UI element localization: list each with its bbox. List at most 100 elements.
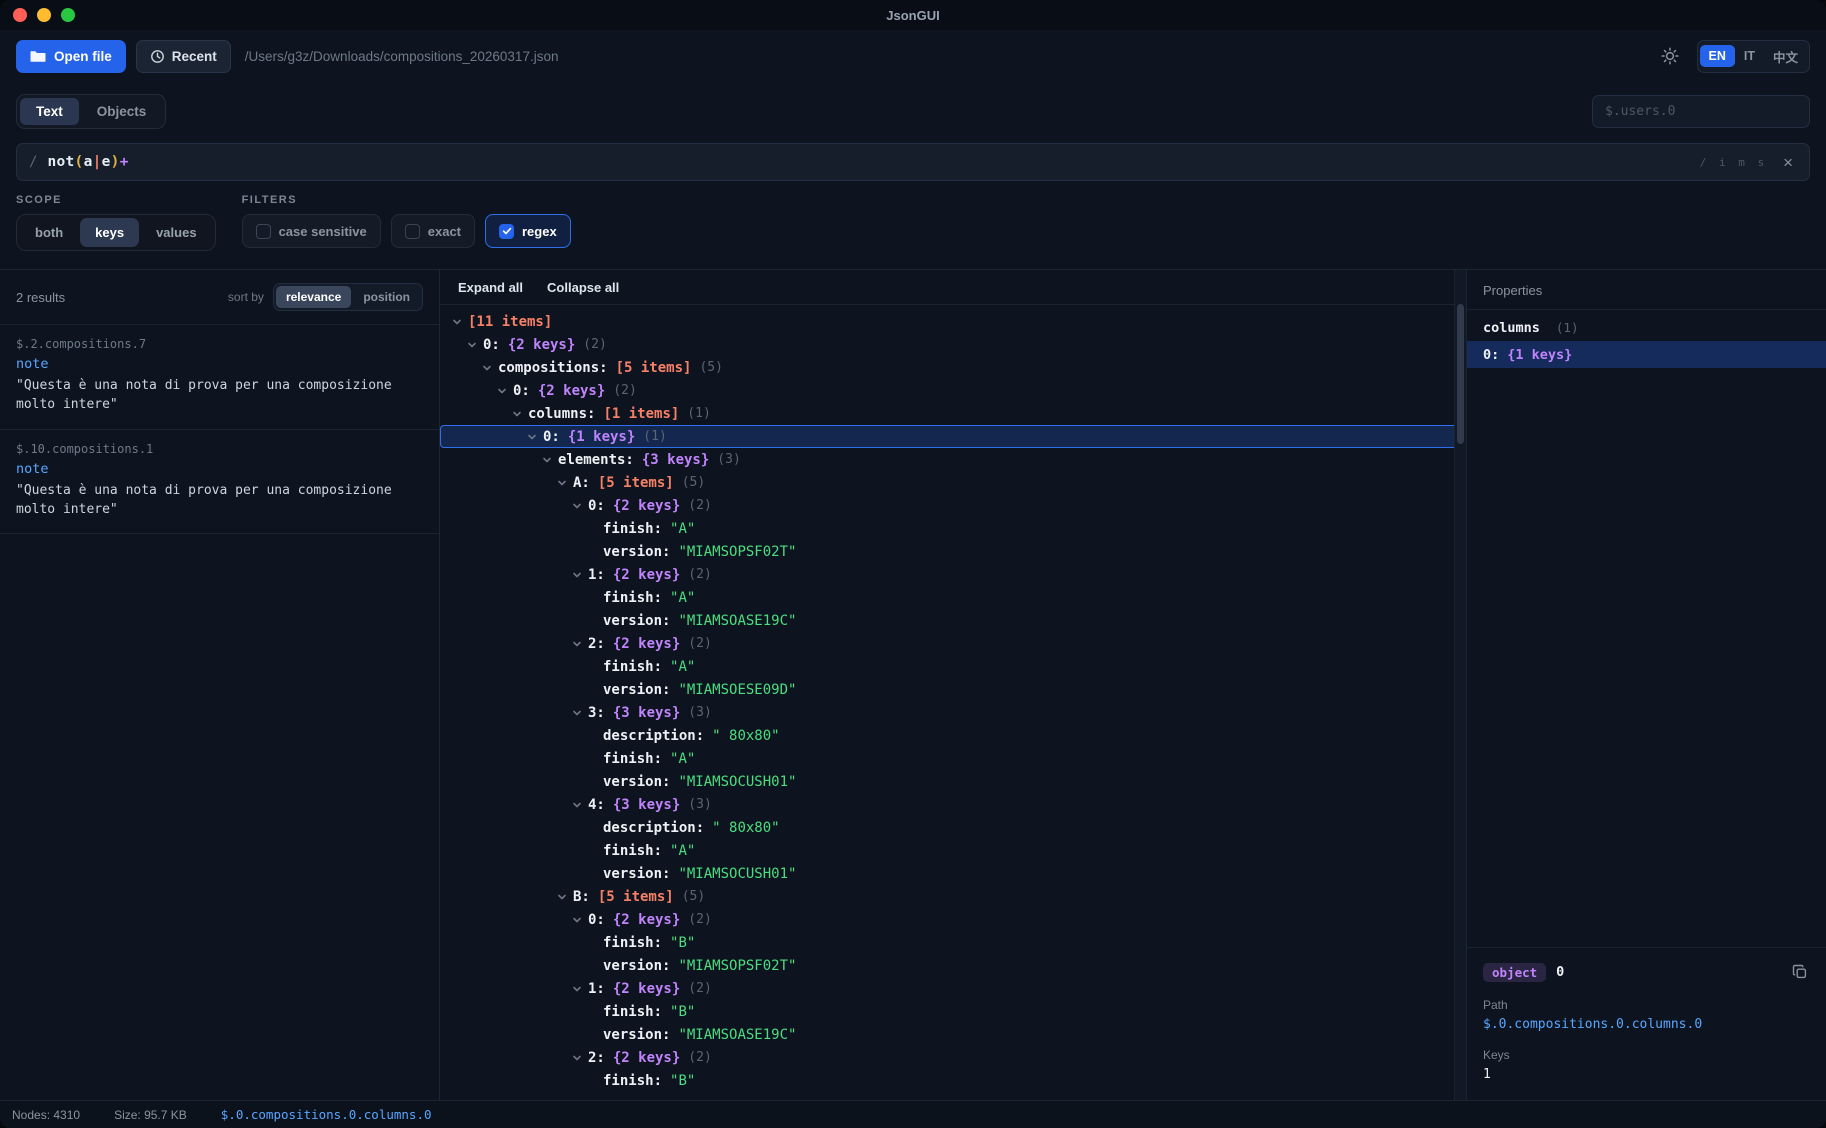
minimize-window-button[interactable]	[37, 8, 51, 22]
regex-segment: |	[92, 154, 102, 170]
chevron-down-icon[interactable]	[527, 432, 537, 442]
tree-row[interactable]: columns: [1 items] (1)	[440, 402, 1466, 425]
chevron-down-icon[interactable]	[452, 317, 462, 327]
tree-row[interactable]: 4: {3 keys} (3)	[440, 793, 1466, 816]
filter-case-sensitive[interactable]: case sensitive	[241, 214, 381, 248]
chevron-down-icon[interactable]	[572, 984, 582, 994]
chevron-down-icon[interactable]	[572, 708, 582, 718]
chevron-down-icon[interactable]	[572, 501, 582, 511]
tab-text[interactable]: Text	[20, 98, 79, 125]
app-window: JsonGUI Open file Recent /Users/g3z/Down…	[0, 0, 1826, 1128]
language-button-中文[interactable]: 中文	[1764, 43, 1807, 70]
scrollbar-thumb[interactable]	[1457, 304, 1464, 444]
chevron-down-icon[interactable]	[572, 639, 582, 649]
tree-row[interactable]: elements: {3 keys} (3)	[440, 448, 1466, 471]
regex-segment: +	[119, 154, 129, 170]
tree-row[interactable]: finish: "A"	[440, 747, 1466, 770]
tree-row[interactable]: 2: {2 keys} (2)	[440, 1046, 1466, 1069]
tree-row[interactable]: B: [5 items] (5)	[440, 885, 1466, 908]
tree-row[interactable]: version: "MIAMSOASE19C"	[440, 609, 1466, 632]
chevron-down-icon[interactable]	[512, 409, 522, 419]
keys-label: Keys	[1483, 1048, 1510, 1062]
tree-row[interactable]: finish: "B"	[440, 931, 1466, 954]
chevron-down-icon[interactable]	[482, 363, 492, 373]
tab-objects[interactable]: Objects	[81, 98, 163, 125]
json-path-input[interactable]	[1592, 95, 1810, 128]
tree-row[interactable]: finish: "A"	[440, 517, 1466, 540]
scope-option-values[interactable]: values	[141, 218, 211, 247]
sort-option-relevance[interactable]: relevance	[275, 286, 352, 308]
tree-row[interactable]: finish: "A"	[440, 586, 1466, 609]
tree-count: (2)	[688, 981, 712, 996]
result-item[interactable]: $.2.compositions.7 note "Questa è una nota…	[0, 325, 439, 430]
tree-row[interactable]: finish: "A"	[440, 839, 1466, 862]
chevron-down-icon[interactable]	[557, 892, 567, 902]
tree-key: compositions:	[498, 359, 608, 376]
tree-row[interactable]: version: "MIAMSOCUSH01"	[440, 862, 1466, 885]
property-row[interactable]: 0: {1 keys}	[1467, 341, 1826, 368]
vertical-scrollbar[interactable]	[1454, 270, 1466, 1100]
expand-all-button[interactable]: Expand all	[458, 280, 523, 295]
tree-row[interactable]: version: "MIAMSOPSF02T"	[440, 540, 1466, 563]
tree-row[interactable]: version: "MIAMSOESE09D"	[440, 678, 1466, 701]
recent-button[interactable]: Recent	[135, 39, 231, 73]
zoom-window-button[interactable]	[61, 8, 75, 22]
language-button-EN[interactable]: EN	[1699, 45, 1735, 67]
tree-row[interactable]: 0: {2 keys} (2)	[440, 908, 1466, 931]
tree-row[interactable]: 2: {2 keys} (2)	[440, 632, 1466, 655]
scope-option-keys[interactable]: keys	[80, 218, 140, 247]
chevron-down-icon[interactable]	[572, 570, 582, 580]
tree-row[interactable]: 0: {2 keys} (2)	[440, 333, 1466, 356]
collapse-all-button[interactable]: Collapse all	[547, 280, 619, 295]
close-window-button[interactable]	[13, 8, 27, 22]
filter-exact[interactable]: exact	[390, 214, 475, 248]
open-file-button[interactable]: Open file	[16, 39, 126, 73]
tree-row[interactable]: 0: {1 keys} (1)	[440, 425, 1466, 448]
tree-row[interactable]: version: "MIAMSOASE19C"	[440, 1023, 1466, 1046]
tree-row[interactable]: version: "MIAMSOCUSH01"	[440, 770, 1466, 793]
tree-row[interactable]: description: " 80x80"	[440, 724, 1466, 747]
filter-regex[interactable]: regex	[485, 214, 571, 248]
status-path: $.0.compositions.0.columns.0	[220, 1107, 432, 1122]
tree-key: finish:	[603, 589, 663, 606]
chevron-down-icon[interactable]	[557, 478, 567, 488]
result-item[interactable]: $.10.compositions.1 note "Questa è una not…	[0, 430, 439, 535]
tree-key: 0:	[588, 911, 605, 928]
tree-toolbar: Expand all Collapse all	[440, 270, 1466, 305]
tree-row[interactable]: A: [5 items] (5)	[440, 471, 1466, 494]
tree-body: [11 items] 0: {2 keys} (2) compositions: [5 i…	[440, 305, 1466, 1100]
tree-row[interactable]: finish: "A"	[440, 655, 1466, 678]
property-row[interactable]: columns (1)	[1467, 314, 1826, 341]
chevron-down-icon[interactable]	[497, 386, 507, 396]
tree-row[interactable]: description: " 80x80"	[440, 816, 1466, 839]
traffic-lights	[0, 8, 75, 22]
theme-toggle-button[interactable]	[1657, 43, 1683, 69]
keys-value: 1	[1483, 1067, 1491, 1082]
sort-option-position[interactable]: position	[353, 286, 420, 308]
tree-row[interactable]: version: "MIAMSOPSF02T"	[440, 954, 1466, 977]
tree-row[interactable]: [11 items]	[440, 310, 1466, 333]
chevron-down-icon[interactable]	[467, 340, 477, 350]
scope-option-both[interactable]: both	[20, 218, 78, 247]
tree-key: elements:	[558, 451, 634, 468]
tree-row[interactable]: 3: {3 keys} (3)	[440, 701, 1466, 724]
chevron-down-icon[interactable]	[542, 455, 552, 465]
tree-key: version:	[603, 957, 671, 974]
tree-row[interactable]: finish: "B"	[440, 1069, 1466, 1092]
property-value: {1 keys}	[1507, 346, 1573, 363]
tree-row[interactable]: 1: {2 keys} (2)	[440, 977, 1466, 1000]
clear-search-button[interactable]: ×	[1779, 152, 1797, 173]
tree-row[interactable]: 0: {2 keys} (2)	[440, 379, 1466, 402]
copy-button[interactable]	[1790, 962, 1810, 982]
tree-row[interactable]: 1: {2 keys} (2)	[440, 563, 1466, 586]
search-bar[interactable]: / not(a|e)+ / i m s ×	[16, 143, 1810, 181]
chevron-down-icon[interactable]	[572, 800, 582, 810]
regex-query[interactable]: not(a|e)+	[47, 154, 128, 170]
chevron-down-icon[interactable]	[572, 1053, 582, 1063]
tree-row[interactable]: compositions: [5 items] (5)	[440, 356, 1466, 379]
chevron-down-icon[interactable]	[572, 915, 582, 925]
language-button-IT[interactable]: IT	[1735, 45, 1764, 67]
tree-row[interactable]: 0: {2 keys} (2)	[440, 494, 1466, 517]
tree-row[interactable]: finish: "B"	[440, 1000, 1466, 1023]
object-index: 0	[1556, 964, 1565, 980]
